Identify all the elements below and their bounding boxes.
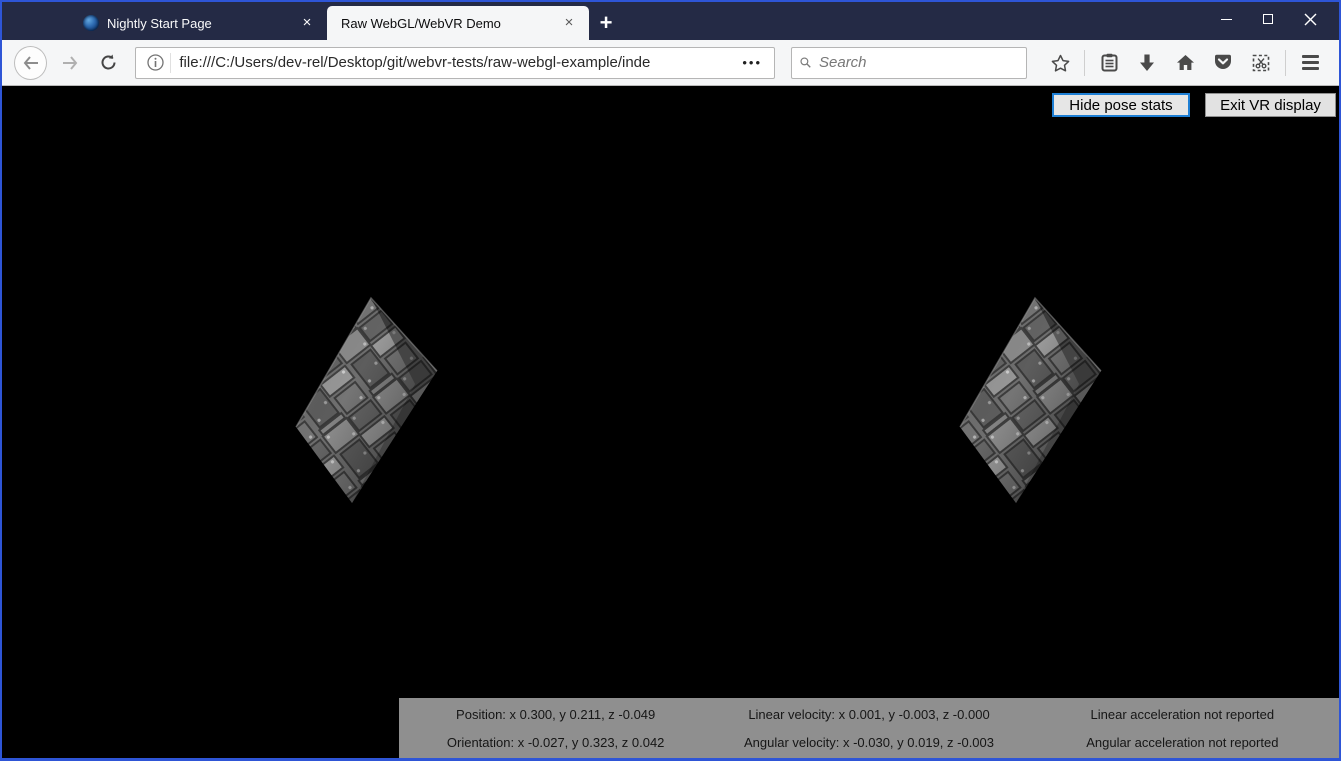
stereo-cube-right-eye [957,296,1103,508]
exit-vr-display-button[interactable]: Exit VR display [1205,93,1336,117]
hamburger-icon [1302,55,1319,58]
url-bar[interactable]: file:///C:/Users/dev-rel/Desktop/git/web… [135,47,775,79]
home-icon [1176,54,1195,71]
search-icon [800,55,811,70]
angular-acceleration-stat: Angular acceleration not reported [1086,735,1278,750]
tab-strip: Nightly Start Page × Raw WebGL/WebVR Dem… [2,2,1339,40]
url-text[interactable]: file:///C:/Users/dev-rel/Desktop/git/web… [179,53,732,73]
screenshot-button[interactable] [1246,48,1276,78]
toolbar-separator [1285,50,1286,76]
pocket-icon [1214,54,1232,71]
url-fade-overlay [680,53,732,73]
hamburger-icon [1302,67,1319,70]
url-value: file:///C:/Users/dev-rel/Desktop/git/web… [179,54,650,71]
nightly-globe-favicon [83,15,99,31]
tab-nightly-start-page[interactable]: Nightly Start Page × [73,6,327,40]
reload-icon [100,54,117,71]
linear-velocity-stat: Linear velocity: x 0.001, y -0.003, z -0… [748,707,989,722]
menu-button[interactable] [1295,48,1325,78]
screenshot-icon [1252,54,1270,72]
window-controls [1205,2,1331,36]
star-icon [1051,54,1070,72]
page-actions-button[interactable]: ••• [732,55,766,70]
close-icon [1304,13,1317,26]
angular-velocity-stat: Angular velocity: x -0.030, y 0.019, z -… [744,735,994,750]
tab-close-icon[interactable]: × [297,13,317,33]
new-tab-button[interactable]: + [589,6,623,40]
webgl-canvas[interactable]: Hide pose stats Exit VR display Position… [2,86,1339,758]
hamburger-icon [1302,61,1319,64]
browser-window: Nightly Start Page × Raw WebGL/WebVR Dem… [0,0,1341,761]
tab-title: Raw WebGL/WebVR Demo [341,16,559,31]
hide-pose-stats-button[interactable]: Hide pose stats [1052,93,1190,117]
reload-button[interactable] [94,48,123,78]
site-info-icon[interactable] [144,54,166,71]
pocket-button[interactable] [1208,48,1238,78]
urlbar-separator [170,53,171,73]
position-stat: Position: x 0.300, y 0.211, z -0.049 [456,707,655,722]
search-bar[interactable] [791,47,1027,79]
library-icon [1101,53,1118,72]
pose-stats-panel: Position: x 0.300, y 0.211, z -0.049 Lin… [399,698,1339,758]
back-button[interactable] [14,46,47,80]
tab-close-icon[interactable]: × [559,13,579,33]
download-icon [1139,54,1155,72]
maximize-button[interactable] [1247,2,1289,36]
maximize-icon [1263,14,1273,24]
forward-arrow-icon [62,56,78,70]
tab-raw-webgl-webvr-demo[interactable]: Raw WebGL/WebVR Demo × [327,6,589,40]
orientation-stat: Orientation: x -0.027, y 0.323, z 0.042 [447,735,665,750]
minimize-button[interactable] [1205,2,1247,36]
back-arrow-icon [23,56,39,70]
tab-title: Nightly Start Page [107,16,297,31]
home-button[interactable] [1170,48,1200,78]
linear-acceleration-stat: Linear acceleration not reported [1091,707,1275,722]
forward-button[interactable] [55,48,84,78]
navigation-toolbar: file:///C:/Users/dev-rel/Desktop/git/web… [2,40,1339,86]
search-input[interactable] [819,54,1018,71]
downloads-button[interactable] [1132,48,1162,78]
info-circle-icon [147,54,164,71]
toolbar-separator [1084,50,1085,76]
stereo-cube-left-eye [293,296,439,508]
minimize-icon [1221,19,1232,20]
library-button[interactable] [1094,48,1124,78]
close-button[interactable] [1289,2,1331,36]
toolbar-icons [1041,48,1329,78]
bookmark-star-button[interactable] [1045,48,1075,78]
